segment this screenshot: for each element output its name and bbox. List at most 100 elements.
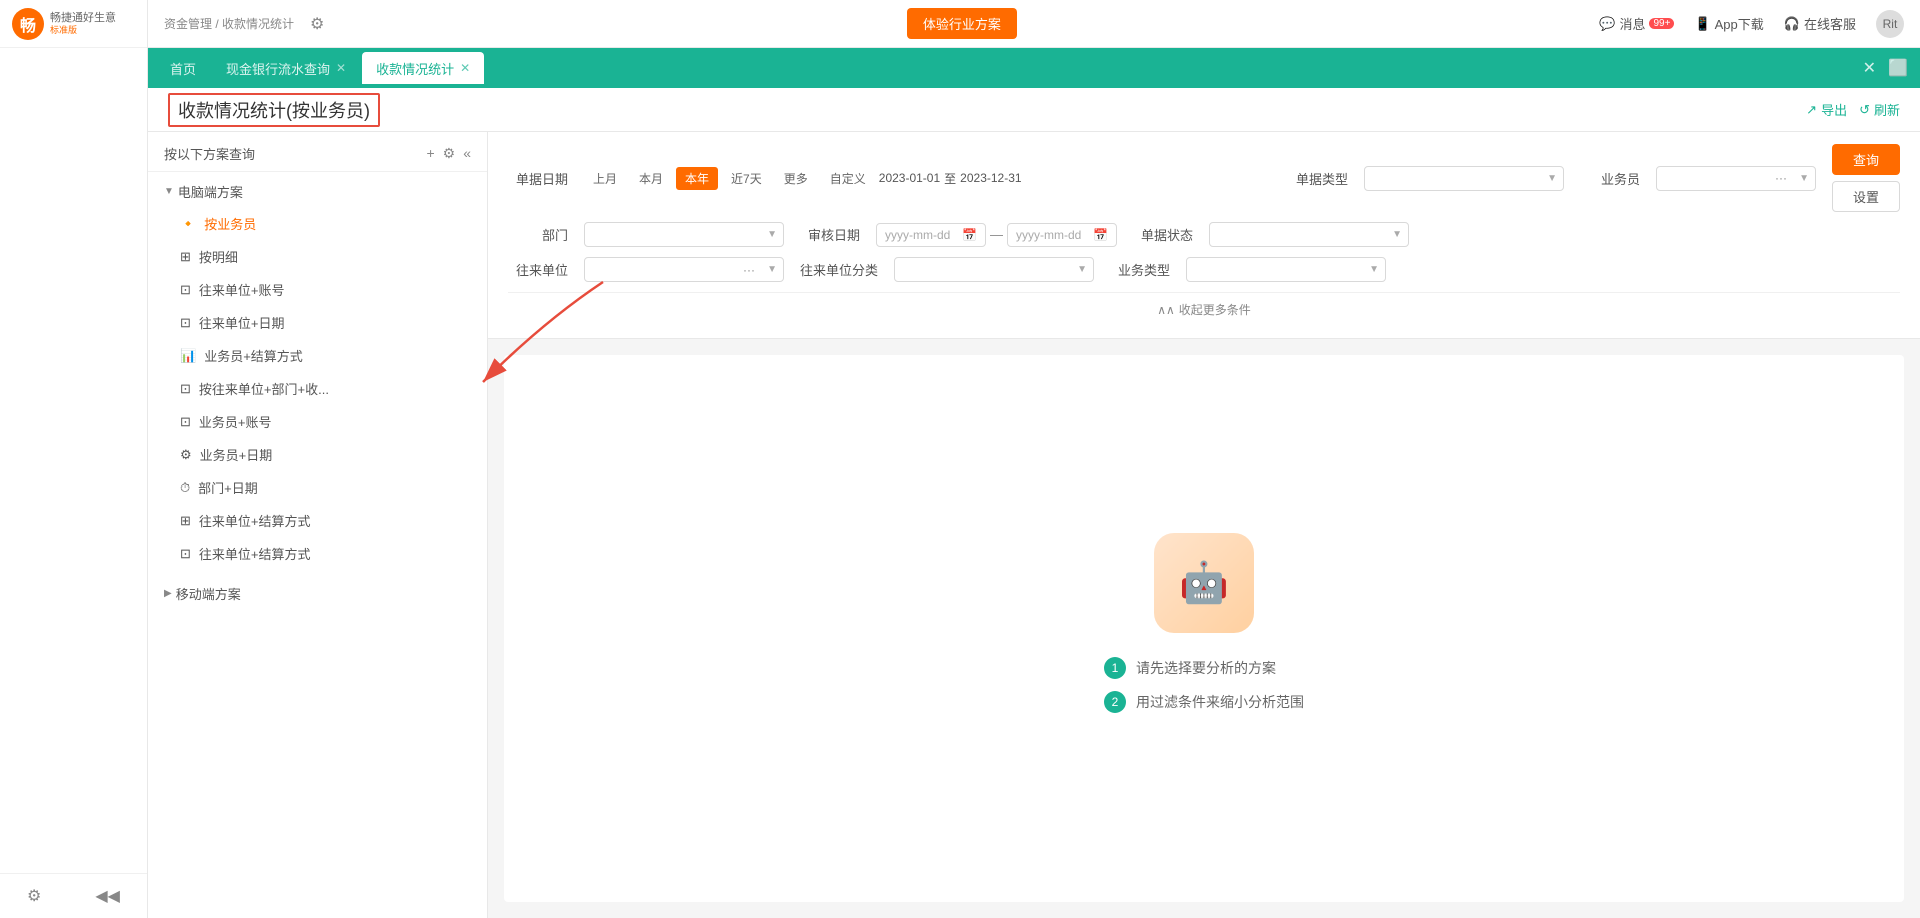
scheme-item-detail[interactable]: ⊞ 按明细: [148, 240, 487, 273]
scheme-item-salesperson[interactable]: 🔸 按业务员: [148, 207, 487, 240]
main-area: 资金管理 / 收款情况统计 ⚙ 体验行业方案 💬 消息 99+ 📱 App下载 …: [148, 0, 1920, 918]
scheme-item-unit-date[interactable]: ⊡ 往来单位+日期: [148, 306, 487, 339]
sidebar-nav: [0, 48, 147, 873]
filter-row-3: 往来单位 ··· ▼ 往来单位分类 ▼: [508, 257, 1900, 282]
settings-btn[interactable]: 设置: [1832, 181, 1900, 212]
doc-type-arrow: ▼: [1547, 173, 1557, 184]
dept-control[interactable]: ▼: [584, 222, 784, 247]
sidebar: 畅 畅捷通好生意 标准版 ⚙ ◀◀: [0, 0, 148, 918]
export-btn[interactable]: ↗ 导出: [1806, 100, 1847, 119]
salesperson-control[interactable]: ··· ▼: [1656, 166, 1816, 191]
dept-select[interactable]: ▼: [584, 222, 784, 247]
counterpart-class-select[interactable]: ▼: [894, 257, 1094, 282]
review-date-end[interactable]: yyyy-mm-dd 📅: [1007, 223, 1117, 247]
date-tab-7days[interactable]: 近7天: [722, 167, 771, 190]
date-range: 2023-01-01 至 2023-12-31: [879, 170, 1022, 187]
empty-steps: 1 请先选择要分析的方案 2 用过滤条件来缩小分析范围: [1104, 657, 1304, 725]
query-btn[interactable]: 查询: [1832, 144, 1900, 175]
add-scheme-btn[interactable]: +: [426, 145, 434, 162]
user-avatar[interactable]: Rit: [1876, 10, 1904, 38]
app-download-btn[interactable]: 📱 App下载: [1694, 14, 1763, 33]
step-num-1: 1: [1104, 657, 1126, 679]
counterpart-control[interactable]: ··· ▼: [584, 257, 784, 282]
left-panel-title: 按以下方案查询: [164, 144, 255, 163]
desktop-group-header[interactable]: ▼ 电脑端方案: [148, 176, 487, 207]
date-tab-thismonth[interactable]: 本月: [630, 167, 672, 190]
date-tab-lastmonth[interactable]: 上月: [584, 167, 626, 190]
date-tab-custom[interactable]: 自定义: [821, 167, 875, 190]
collapse-panel-btn[interactable]: «: [463, 145, 471, 162]
date-control: 上月 本月 本年 近7天 更多 自定义 2023-01-01 至 2023-12…: [584, 167, 1272, 190]
scheme-item-dept-date[interactable]: ⏱ 部门+日期: [148, 471, 487, 504]
tab-collection-close[interactable]: ✕: [460, 61, 470, 75]
mobile-scheme-group: ▶ 移动端方案: [148, 574, 487, 613]
mobile-group-label: 移动端方案: [176, 584, 241, 603]
counterpart-class-arrow: ▼: [1077, 264, 1087, 275]
scheme-settings-btn[interactable]: ⚙: [443, 145, 456, 162]
doc-type-control[interactable]: ▼: [1364, 166, 1564, 191]
close-window-btn[interactable]: ✕: [1859, 54, 1880, 82]
tab-home-label: 首页: [170, 59, 196, 78]
tab-home[interactable]: 首页: [156, 52, 210, 84]
doc-status-control[interactable]: ▼: [1209, 222, 1409, 247]
filter-row-1: 单据日期 上月 本月 本年 近7天 更多 自定义 2023-01-01 至: [508, 144, 1900, 212]
unit-date-icon: ⊡: [180, 315, 191, 331]
step-num-2: 2: [1104, 691, 1126, 713]
scheme-item-salesperson-settle[interactable]: 📊 业务员+结算方式: [148, 339, 487, 372]
date-tab-thisyear[interactable]: 本年: [676, 167, 718, 190]
tab-cashflow[interactable]: 现金银行流水查询 ✕: [212, 52, 360, 84]
active-scheme-icon: 🔸: [180, 216, 196, 232]
collapse-filter-btn[interactable]: ∧∧ 收起更多条件: [508, 292, 1900, 326]
scheme-item-unit-settle2[interactable]: ⊡ 往来单位+结算方式: [148, 537, 487, 570]
page-actions: ↗ 导出 ↺ 刷新: [1806, 100, 1900, 119]
desktop-group-arrow: ▼: [164, 186, 174, 197]
scheme-item-salesperson-date[interactable]: ⚙ 业务员+日期: [148, 438, 487, 471]
unit-account-icon: ⊡: [180, 282, 191, 298]
tab-cashflow-label: 现金银行流水查询: [226, 59, 330, 78]
left-panel-actions: + ⚙ «: [426, 145, 471, 162]
mobile-group-arrow: ▶: [164, 588, 172, 599]
topbar: 资金管理 / 收款情况统计 ⚙ 体验行业方案 💬 消息 99+ 📱 App下载 …: [148, 0, 1920, 48]
scheme-item-salesperson-account[interactable]: ⊡ 业务员+账号: [148, 405, 487, 438]
calendar-icon-2: 📅: [1093, 228, 1108, 242]
online-service-btn[interactable]: 🎧 在线客服: [1784, 14, 1856, 33]
scheme-item-unit-dept[interactable]: ⊡ 按往来单位+部门+收...: [148, 372, 487, 405]
topbar-gear-icon[interactable]: ⚙: [310, 14, 324, 34]
trial-btn[interactable]: 体验行业方案: [907, 8, 1017, 39]
breadcrumb: 资金管理 / 收款情况统计: [164, 15, 294, 32]
sp-date-icon: ⚙: [180, 447, 192, 463]
tabbar-actions: ✕ ⬜: [1859, 54, 1912, 82]
scheme-item-unit-settle1[interactable]: ⊞ 往来单位+结算方式: [148, 504, 487, 537]
doc-status-select[interactable]: ▼: [1209, 222, 1409, 247]
refresh-icon: ↺: [1859, 102, 1870, 118]
page-title: 收款情况统计(按业务员): [168, 93, 380, 127]
empty-robot-icon: 🤖: [1154, 533, 1254, 633]
counterpart-class-control[interactable]: ▼: [894, 257, 1094, 282]
biz-type-select[interactable]: ▼: [1186, 257, 1386, 282]
topbar-left: 资金管理 / 收款情况统计 ⚙: [164, 14, 324, 34]
mobile-group-header[interactable]: ▶ 移动端方案: [148, 578, 487, 609]
tab-collection[interactable]: 收款情况统计 ✕: [362, 52, 484, 84]
doc-type-select[interactable]: ▼: [1364, 166, 1564, 191]
counterpart-select[interactable]: ··· ▼: [584, 257, 784, 282]
app-icon: 📱: [1694, 16, 1710, 32]
dept-label: 部门: [508, 225, 568, 244]
salesperson-select[interactable]: ··· ▼: [1656, 166, 1816, 191]
unit-settle1-icon: ⊞: [180, 513, 191, 529]
biz-type-control[interactable]: ▼: [1186, 257, 1386, 282]
maximize-btn[interactable]: ⬜: [1884, 54, 1912, 82]
message-btn[interactable]: 💬 消息 99+: [1599, 14, 1674, 33]
refresh-btn[interactable]: ↺ 刷新: [1859, 100, 1900, 119]
tab-collection-label: 收款情况统计: [376, 59, 454, 78]
content-wrapper: 按以下方案查询 + ⚙ « ▼ 电脑端方案 🔸 按业务员 ⊞ 按: [148, 132, 1920, 918]
counterpart-more: ···: [743, 263, 755, 277]
tab-cashflow-close[interactable]: ✕: [336, 61, 346, 75]
settings-footer-btn[interactable]: ⚙: [19, 882, 49, 910]
dept-date-icon: ⏱: [180, 480, 190, 496]
tabbar: 首页 现金银行流水查询 ✕ 收款情况统计 ✕ ✕ ⬜: [148, 48, 1920, 88]
scheme-item-unit-account[interactable]: ⊡ 往来单位+账号: [148, 273, 487, 306]
review-date-start[interactable]: yyyy-mm-dd 📅: [876, 223, 986, 247]
unit-settle2-icon: ⊡: [180, 546, 191, 562]
collapse-sidebar-btn[interactable]: ◀◀: [87, 882, 128, 910]
date-tab-more[interactable]: 更多: [775, 167, 817, 190]
